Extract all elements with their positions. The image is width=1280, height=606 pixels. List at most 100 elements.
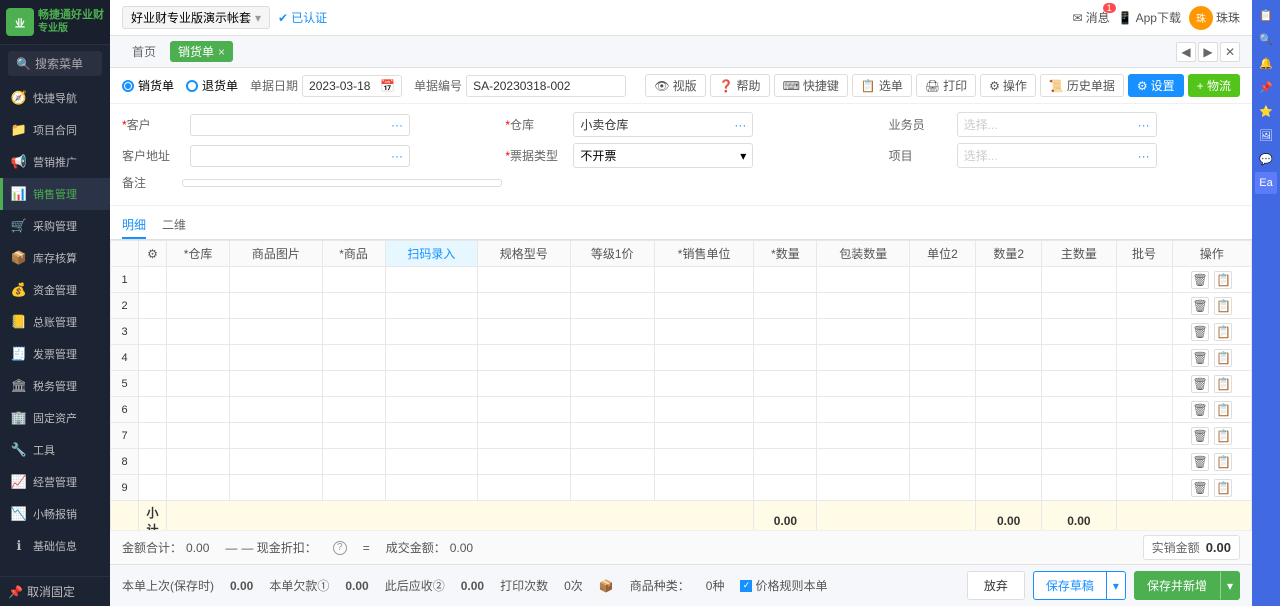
- row-qty2[interactable]: [976, 293, 1042, 319]
- row-warehouse[interactable]: [167, 449, 230, 475]
- row-qty2[interactable]: [976, 397, 1042, 423]
- tab-detail[interactable]: 明细: [122, 212, 146, 239]
- row-qty[interactable]: [754, 371, 817, 397]
- row-actions[interactable]: 🗑 📋: [1172, 319, 1251, 345]
- row-image[interactable]: [230, 319, 322, 345]
- row-delete-button[interactable]: 🗑: [1191, 297, 1209, 315]
- radio-return-order[interactable]: 退货单: [186, 77, 238, 94]
- sidebar-item-expense[interactable]: 📉 小畅报销: [0, 498, 110, 530]
- search-menu-button[interactable]: 🔍 搜索菜单: [8, 51, 102, 76]
- row-delete-button[interactable]: 🗑: [1191, 427, 1209, 445]
- row-copy-button[interactable]: 📋: [1214, 375, 1232, 393]
- right-tool-3[interactable]: 🔔: [1255, 52, 1277, 74]
- row-qty[interactable]: [754, 345, 817, 371]
- print-button[interactable]: 🖨打印: [916, 74, 976, 97]
- row-warehouse[interactable]: [167, 371, 230, 397]
- table-row[interactable]: 6 🗑 📋: [111, 397, 1252, 423]
- row-batch[interactable]: [1116, 449, 1172, 475]
- tab-home[interactable]: 首页: [122, 39, 166, 64]
- row-batch[interactable]: [1116, 267, 1172, 293]
- warehouse-more-icon[interactable]: ···: [734, 118, 746, 132]
- row-pkg-qty[interactable]: [817, 371, 909, 397]
- row-batch[interactable]: [1116, 371, 1172, 397]
- remark-input[interactable]: [182, 179, 502, 187]
- row-image[interactable]: [230, 475, 322, 501]
- message-button[interactable]: ✉ 1 消息: [1073, 9, 1110, 26]
- row-scan[interactable]: [385, 449, 477, 475]
- row-copy-button[interactable]: 📋: [1214, 349, 1232, 367]
- row-price[interactable]: [570, 475, 654, 501]
- customer-input[interactable]: ···: [190, 114, 410, 136]
- help-button[interactable]: ❓帮助: [710, 74, 770, 97]
- row-unit[interactable]: [654, 267, 753, 293]
- row-delete-button[interactable]: 🗑: [1191, 323, 1209, 341]
- row-batch[interactable]: [1116, 319, 1172, 345]
- save-new-arrow-button[interactable]: ▾: [1220, 571, 1240, 600]
- store-selector[interactable]: 好业财专业版演示帐套 ▾: [122, 6, 270, 29]
- row-qty[interactable]: [754, 475, 817, 501]
- row-image[interactable]: [230, 371, 322, 397]
- sidebar-item-base[interactable]: ℹ 基础信息: [0, 530, 110, 562]
- row-goods[interactable]: [322, 423, 385, 449]
- row-spec[interactable]: [478, 293, 570, 319]
- row-delete-button[interactable]: 🗑: [1191, 453, 1209, 471]
- row-scan[interactable]: [385, 371, 477, 397]
- row-actions[interactable]: 🗑 📋: [1172, 293, 1251, 319]
- view-button[interactable]: 👁视版: [645, 74, 705, 97]
- row-image[interactable]: [230, 267, 322, 293]
- row-unit2[interactable]: [909, 423, 975, 449]
- row-warehouse[interactable]: [167, 293, 230, 319]
- row-unit2[interactable]: [909, 319, 975, 345]
- row-warehouse[interactable]: [167, 345, 230, 371]
- nav-close-button[interactable]: ✕: [1220, 42, 1240, 62]
- row-goods[interactable]: [322, 371, 385, 397]
- row-unit2[interactable]: [909, 449, 975, 475]
- salesman-input[interactable]: 选择... ···: [957, 112, 1157, 137]
- row-goods[interactable]: [322, 475, 385, 501]
- row-scan[interactable]: [385, 293, 477, 319]
- row-image[interactable]: [230, 345, 322, 371]
- row-main-qty[interactable]: [1042, 423, 1116, 449]
- row-unit[interactable]: [654, 449, 753, 475]
- row-pkg-qty[interactable]: [817, 267, 909, 293]
- right-tool-5[interactable]: ⭐: [1255, 100, 1277, 122]
- add-logistics-button[interactable]: + 物流: [1188, 74, 1240, 97]
- select-button[interactable]: 📋选单: [852, 74, 912, 97]
- row-actions[interactable]: 🗑 📋: [1172, 371, 1251, 397]
- row-spec[interactable]: [478, 475, 570, 501]
- table-row[interactable]: 2 🗑 📋: [111, 293, 1252, 319]
- row-unit2[interactable]: [909, 475, 975, 501]
- tab-sales-order[interactable]: 销货单 ×: [170, 41, 233, 62]
- price-check-checkbox[interactable]: ✓: [740, 580, 752, 592]
- row-qty[interactable]: [754, 423, 817, 449]
- row-unit[interactable]: [654, 475, 753, 501]
- sidebar-item-purchase[interactable]: 🛒 采购管理: [0, 210, 110, 242]
- row-image[interactable]: [230, 397, 322, 423]
- row-unit2[interactable]: [909, 397, 975, 423]
- row-goods[interactable]: [322, 397, 385, 423]
- row-unit[interactable]: [654, 423, 753, 449]
- row-pkg-qty[interactable]: [817, 423, 909, 449]
- table-row[interactable]: 1 🗑 📋: [111, 267, 1252, 293]
- row-copy-button[interactable]: 📋: [1214, 323, 1232, 341]
- row-scan[interactable]: [385, 423, 477, 449]
- row-spec[interactable]: [478, 397, 570, 423]
- right-tool-4[interactable]: 📌: [1255, 76, 1277, 98]
- app-download-button[interactable]: 📱 App下载: [1118, 9, 1181, 26]
- row-qty2[interactable]: [976, 475, 1042, 501]
- row-unit[interactable]: [654, 319, 753, 345]
- row-main-qty[interactable]: [1042, 319, 1116, 345]
- operate-button[interactable]: ⚙操作: [980, 74, 1036, 97]
- row-scan[interactable]: [385, 397, 477, 423]
- row-qty[interactable]: [754, 293, 817, 319]
- row-unit[interactable]: [654, 397, 753, 423]
- address-more-icon[interactable]: ···: [391, 149, 403, 163]
- row-qty2[interactable]: [976, 319, 1042, 345]
- salesman-more-icon[interactable]: ···: [1138, 118, 1150, 132]
- row-delete-button[interactable]: 🗑: [1191, 479, 1209, 497]
- date-input[interactable]: 2023-03-18 📅: [302, 75, 402, 97]
- number-input[interactable]: SA-20230318-002: [466, 75, 626, 97]
- row-actions[interactable]: 🗑 📋: [1172, 267, 1251, 293]
- save-draft-button[interactable]: 保存草稿: [1033, 571, 1107, 600]
- row-main-qty[interactable]: [1042, 267, 1116, 293]
